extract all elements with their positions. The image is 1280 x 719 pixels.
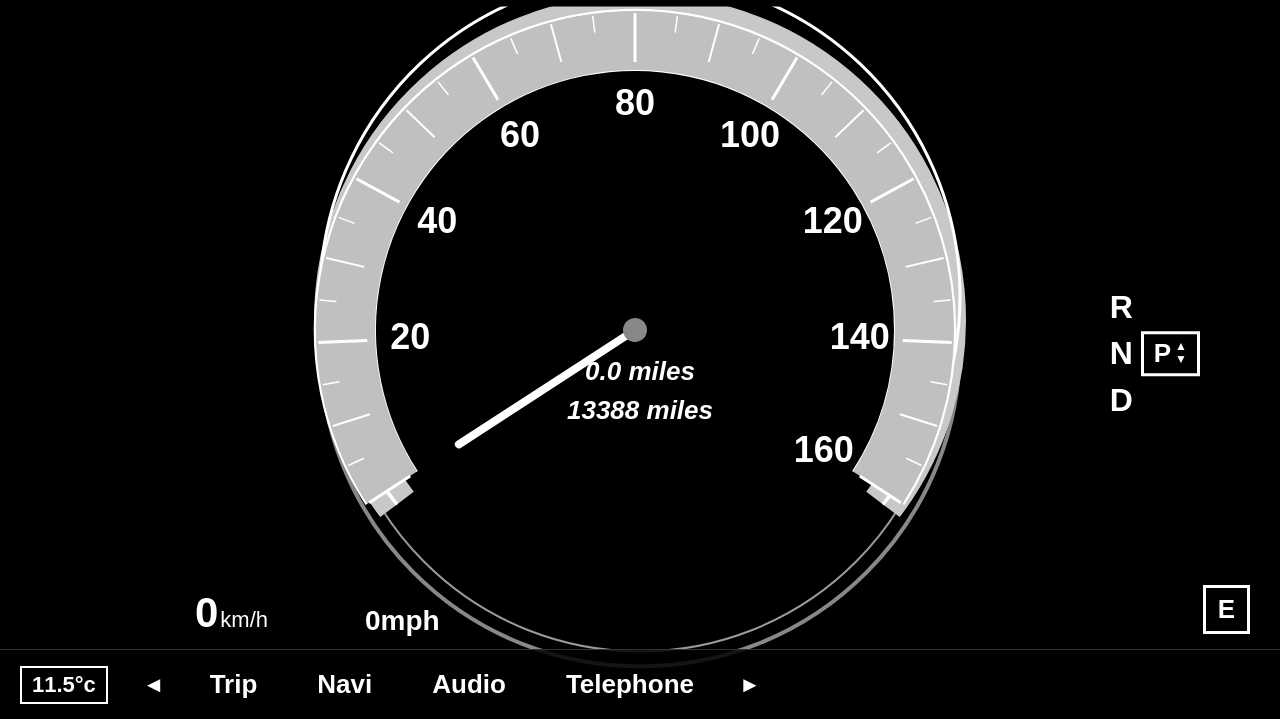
e-indicator: E [1203, 585, 1250, 634]
nav-item-navi[interactable]: Navi [287, 669, 402, 700]
speed-value-kmh: 0 [195, 589, 218, 637]
nav-item-audio[interactable]: Audio [402, 669, 536, 700]
speed-kmh-display: 0 km/h [195, 589, 268, 637]
nav-menu: ◄ Trip Navi Audio Telephone ► [128, 669, 1260, 700]
trip-display: 0.0 miles 13388 miles [567, 352, 713, 430]
speed-mph-display: 0mph [365, 605, 440, 637]
gear-d: D [1110, 384, 1133, 416]
nav-prev-arrow[interactable]: ◄ [128, 672, 180, 698]
temperature-value: 11.5°c [32, 672, 96, 697]
odometer-value: 13388 miles [567, 391, 713, 430]
gear-r: R [1110, 291, 1133, 323]
speed-value-mph: 0mph [365, 605, 440, 636]
gear-active-label: P [1154, 338, 1171, 369]
nav-item-telephone[interactable]: Telephone [536, 669, 724, 700]
nav-item-trip[interactable]: Trip [180, 669, 288, 700]
unit-kmh: km/h [220, 607, 268, 633]
nav-next-arrow[interactable]: ► [724, 672, 776, 698]
gear-shift-arrows: ▲ ▼ [1175, 340, 1187, 366]
gear-n: N [1110, 337, 1133, 369]
gear-display: R N P ▲ ▼ D [1110, 291, 1200, 416]
temperature-display: 11.5°c [20, 666, 108, 704]
bottom-bar: 11.5°c ◄ Trip Navi Audio Telephone ► [0, 649, 1280, 719]
trip-value: 0.0 miles [567, 352, 713, 391]
dashboard: 0.0 miles 13388 miles 0 km/h 0mph R N P … [0, 0, 1280, 719]
gear-active-box: P ▲ ▼ [1141, 331, 1200, 376]
